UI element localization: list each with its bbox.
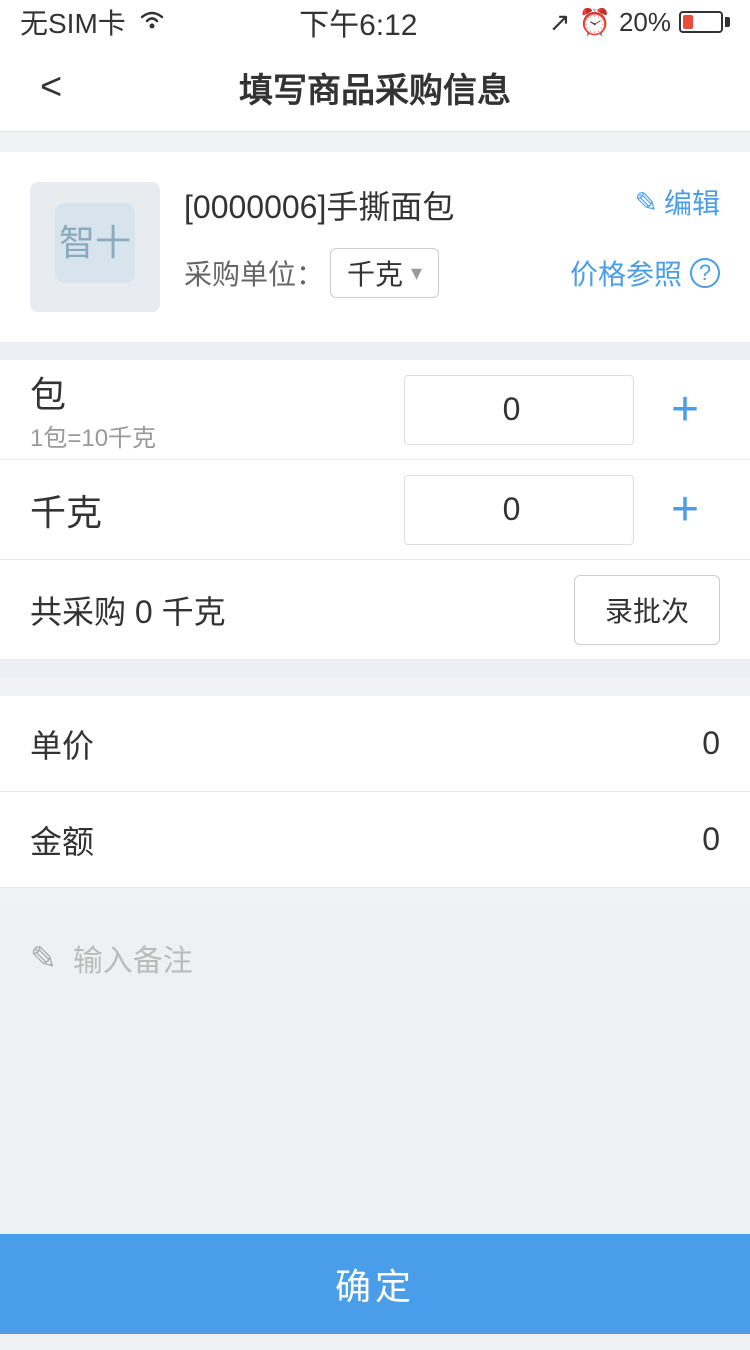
wifi-icon [136, 6, 168, 38]
product-card: 智十 [0000006]手撕面包 ✎ 编辑 采购单位： 千克 ▾ 价格参照 ? [0, 152, 750, 342]
notes-placeholder: 输入备注 [73, 936, 193, 980]
notes-section[interactable]: ✎ 输入备注 [0, 906, 750, 1010]
unit-value: 千克 [347, 253, 403, 293]
product-name: [0000006]手撕面包 [184, 182, 615, 228]
status-right: ↗ ⏰ 20% [549, 7, 730, 38]
summary-row: 共采购 0 千克 录批次 [0, 560, 750, 660]
edit-button[interactable]: ✎ 编辑 [635, 182, 720, 222]
chevron-down-icon: ▾ [411, 260, 422, 286]
nav-bar: < 填写商品采购信息 [0, 44, 750, 132]
batch-button[interactable]: 录批次 [574, 575, 720, 645]
kg-main-unit: 千克 [30, 484, 160, 536]
bao-main-unit: 包 [30, 366, 160, 418]
kg-plus-button[interactable]: + [650, 475, 720, 545]
pencil-icon: ✎ [30, 939, 57, 977]
price-section: 单价 0 金额 0 [0, 696, 750, 888]
battery-percent: 20% [619, 7, 671, 38]
price-ref-label: 价格参照 [570, 253, 682, 293]
product-image: 智十 [30, 182, 160, 312]
unit-price-value: 0 [702, 725, 720, 762]
edit-label: 编辑 [664, 182, 720, 222]
price-row-unit: 单价 0 [0, 696, 750, 792]
svg-text:智十: 智十 [59, 222, 131, 263]
status-time: 下午6:12 [299, 0, 417, 44]
product-info: [0000006]手撕面包 ✎ 编辑 采购单位： 千克 ▾ 价格参照 ? [184, 182, 720, 298]
unit-dropdown[interactable]: 千克 ▾ [330, 248, 439, 298]
bao-plus-button[interactable]: + [650, 375, 720, 445]
summary-value: 0 [135, 594, 153, 630]
summary-unit: 千克 [162, 594, 226, 630]
alarm-icon: ⏰ [579, 7, 611, 38]
summary-text: 共采购 0 千克 [30, 587, 226, 633]
input-row-bao: 包 1包=10千克 + [0, 360, 750, 460]
status-left: 无SIM卡 [20, 2, 168, 42]
kg-input[interactable] [404, 475, 634, 545]
carrier-text: 无SIM卡 [20, 2, 126, 42]
edit-icon: ✎ [635, 186, 658, 219]
price-row-total: 金额 0 [0, 792, 750, 888]
total-amount-label: 金额 [30, 817, 94, 863]
help-icon: ? [690, 258, 720, 288]
bao-input[interactable] [404, 375, 634, 445]
input-row-kg: 千克 + [0, 460, 750, 560]
divider-2 [0, 660, 750, 678]
confirm-button[interactable]: 确定 [0, 1234, 750, 1334]
product-logo: 智十 [55, 203, 135, 292]
summary-label: 共采购 [30, 594, 126, 630]
unit-price-label: 单价 [30, 721, 94, 767]
input-section: 包 1包=10千克 + 千克 + 共采购 0 千克 录批次 [0, 360, 750, 660]
bao-label: 包 1包=10千克 [30, 366, 160, 453]
product-name-row: [0000006]手撕面包 ✎ 编辑 [184, 182, 720, 228]
location-icon: ↗ [549, 7, 571, 38]
page-title: 填写商品采购信息 [239, 63, 511, 112]
total-amount-value: 0 [702, 821, 720, 858]
bao-sub-unit: 1包=10千克 [30, 418, 160, 453]
divider-1 [0, 342, 750, 360]
unit-label: 采购单位： [184, 253, 324, 293]
back-button[interactable]: < [30, 56, 72, 119]
unit-selector: 采购单位： 千克 ▾ [184, 248, 439, 298]
battery-icon [679, 11, 730, 33]
kg-input-wrapper: + [160, 475, 720, 545]
unit-row: 采购单位： 千克 ▾ 价格参照 ? [184, 248, 720, 298]
bao-input-wrapper: + [160, 375, 720, 445]
kg-label: 千克 [30, 484, 160, 536]
status-bar: 无SIM卡 下午6:12 ↗ ⏰ 20% [0, 0, 750, 44]
price-ref-button[interactable]: 价格参照 ? [570, 253, 720, 293]
